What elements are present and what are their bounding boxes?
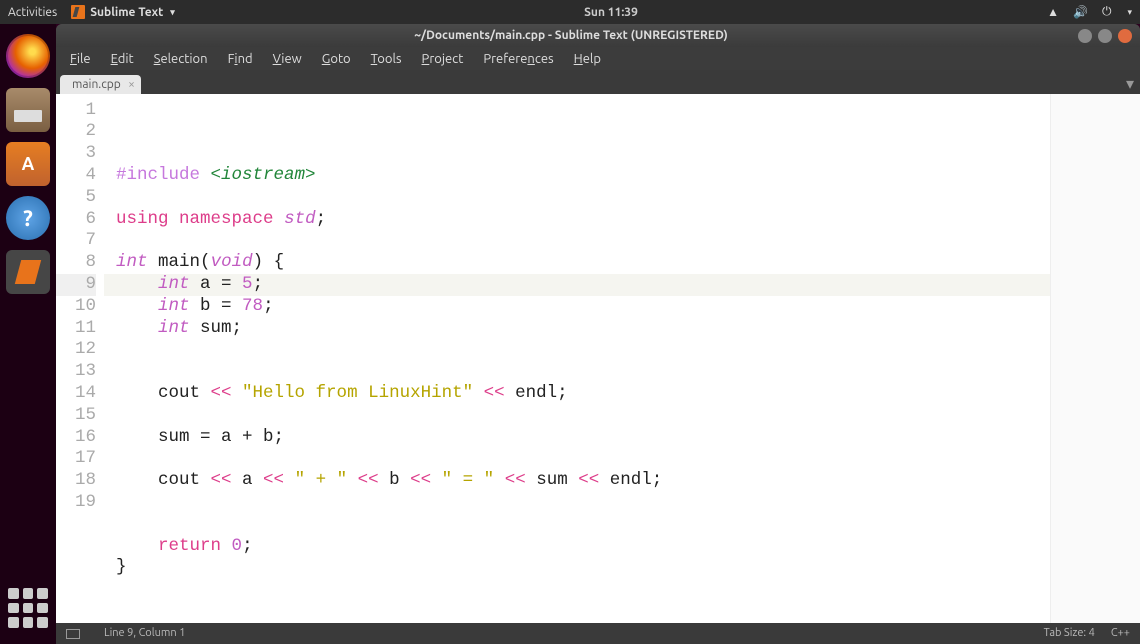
code-area[interactable]: #include <iostream> using namespace std;… xyxy=(104,94,1050,623)
power-icon[interactable]: ⏻ xyxy=(1102,5,1112,19)
app-menu[interactable]: Sublime Text ▾ xyxy=(71,5,175,19)
menu-selection[interactable]: Selection xyxy=(146,50,216,68)
status-tabsize[interactable]: Tab Size: 4 xyxy=(1044,627,1095,639)
tab-label: main.cpp xyxy=(72,78,121,91)
chevron-down-icon: ▾ xyxy=(1127,7,1132,18)
maximize-button[interactable] xyxy=(1098,29,1112,43)
app-menu-label: Sublime Text xyxy=(90,6,163,19)
dock-files-icon[interactable] xyxy=(6,88,50,132)
gutter: 12345678910111213141516171819 xyxy=(56,94,104,623)
menu-help[interactable]: Help xyxy=(566,50,609,68)
sublime-window: ~/Documents/main.cpp - Sublime Text (UNR… xyxy=(56,24,1140,644)
dock-firefox-icon[interactable] xyxy=(6,34,50,78)
dock xyxy=(0,24,56,644)
editor[interactable]: 12345678910111213141516171819 #include <… xyxy=(56,94,1140,623)
window-title: ~/Documents/main.cpp - Sublime Text (UNR… xyxy=(64,29,1078,42)
tabbar: main.cpp × ▾ xyxy=(56,70,1140,93)
sublime-icon xyxy=(71,5,85,19)
activities-button[interactable]: Activities xyxy=(8,6,57,19)
clock[interactable]: Sun 11:39 xyxy=(175,6,1047,19)
menu-find[interactable]: Find xyxy=(220,50,261,68)
menu-file[interactable]: File xyxy=(62,50,99,68)
dock-show-apps[interactable] xyxy=(8,588,48,628)
volume-icon[interactable]: 🔊 xyxy=(1073,5,1088,19)
dock-help-icon[interactable] xyxy=(6,196,50,240)
titlebar[interactable]: ~/Documents/main.cpp - Sublime Text (UNR… xyxy=(56,24,1140,47)
menu-project[interactable]: Project xyxy=(414,50,472,68)
gnome-topbar: Activities Sublime Text ▾ Sun 11:39 ▲ 🔊 … xyxy=(0,0,1140,24)
menu-edit[interactable]: Edit xyxy=(103,50,142,68)
tab-dropdown-icon[interactable]: ▾ xyxy=(1126,74,1134,93)
dock-software-icon[interactable] xyxy=(6,142,50,186)
close-button[interactable] xyxy=(1118,29,1132,43)
menubar: File Edit Selection Find View Goto Tools… xyxy=(56,47,1140,70)
menu-view[interactable]: View xyxy=(265,50,310,68)
minimize-button[interactable] xyxy=(1078,29,1092,43)
network-icon[interactable]: ▲ xyxy=(1047,5,1059,19)
panel-switcher-icon[interactable] xyxy=(66,629,80,639)
menu-tools[interactable]: Tools xyxy=(363,50,410,68)
tab-main-cpp[interactable]: main.cpp × xyxy=(60,75,141,94)
menu-preferences[interactable]: Preferences xyxy=(475,50,561,68)
status-position[interactable]: Line 9, Column 1 xyxy=(104,627,185,639)
tab-close-icon[interactable]: × xyxy=(128,78,135,91)
status-syntax[interactable]: C++ xyxy=(1111,627,1130,639)
menu-goto[interactable]: Goto xyxy=(314,50,359,68)
dock-sublime-icon[interactable] xyxy=(6,250,50,294)
minimap[interactable] xyxy=(1050,94,1140,623)
statusbar: Line 9, Column 1 Tab Size: 4 C++ xyxy=(56,623,1140,644)
